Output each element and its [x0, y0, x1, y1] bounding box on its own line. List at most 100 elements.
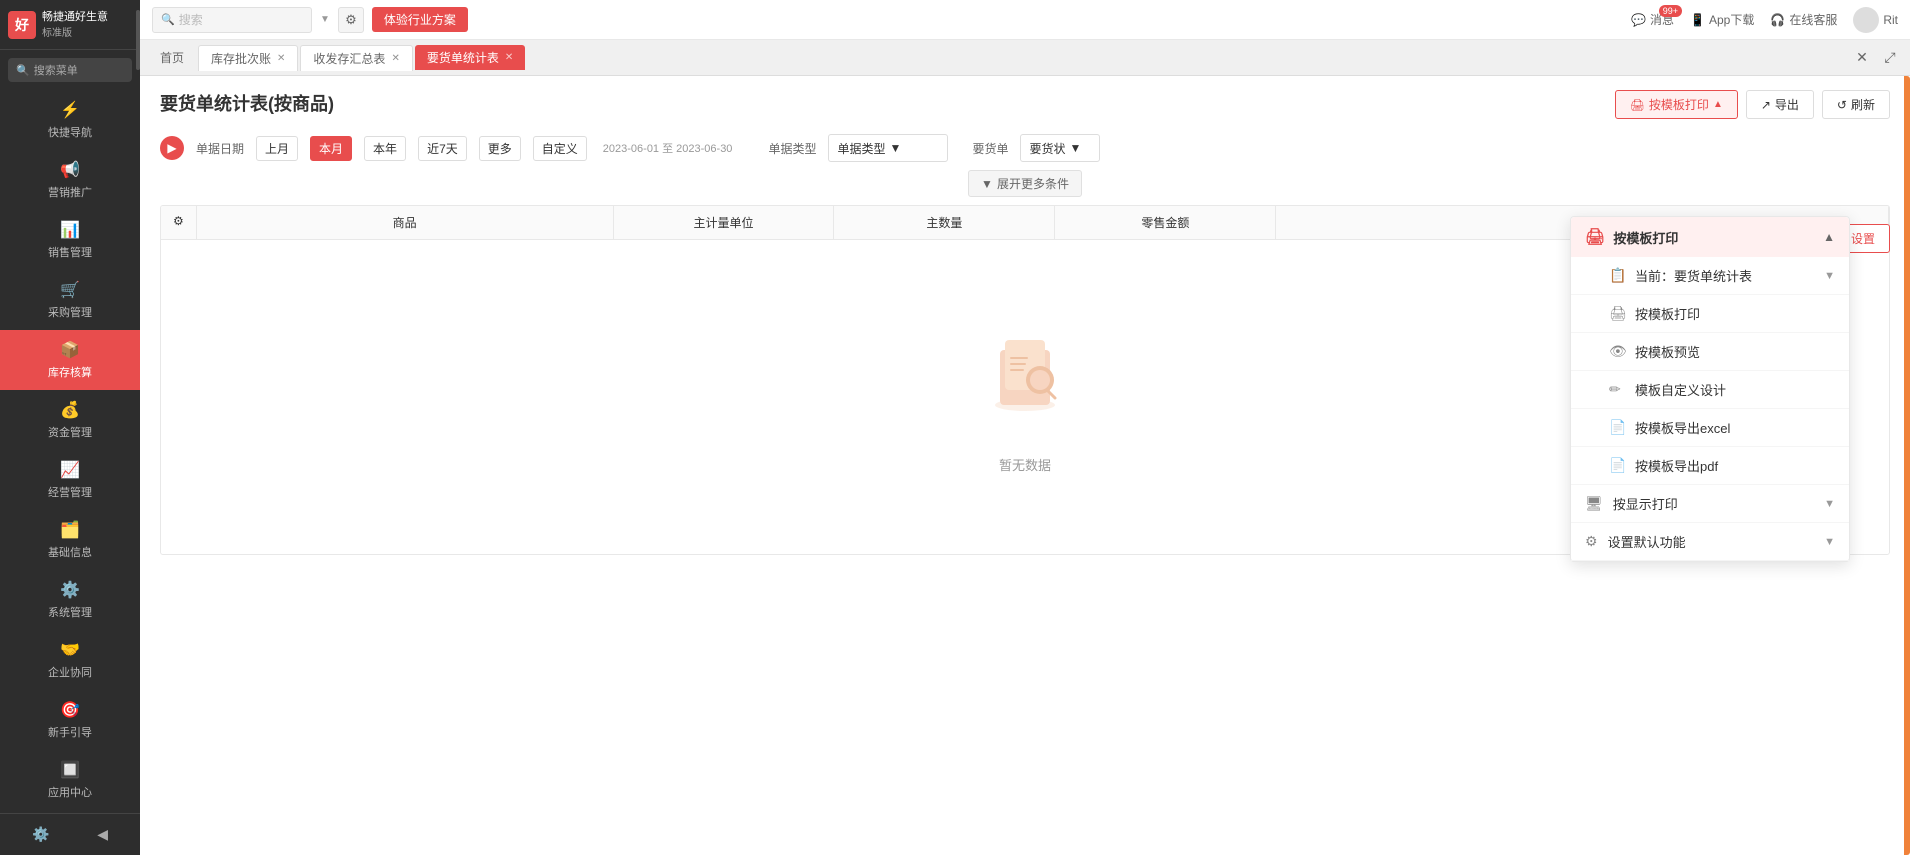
set-default-chevron: ▼ [1824, 536, 1835, 548]
dropdown-header[interactable]: 🖨 按模板打印 ▲ [1571, 217, 1849, 257]
tab-receivable-summary[interactable]: 收发存汇总表 ✕ [300, 45, 412, 71]
dropdown-item-label: 按模板导出pdf [1635, 456, 1718, 475]
empty-text: 暂无数据 [999, 455, 1051, 474]
sidebar-item-wxwork[interactable]: 💬 企业微信 [0, 810, 140, 813]
filter-area: ▶ 单据日期 上月 本月 本年 近7天 更多 自定义 2023-06-01 至 … [140, 126, 1910, 205]
message-btn[interactable]: 💬 消息 99+ [1631, 11, 1674, 28]
settings-bottom-btn[interactable]: ⚙️ [28, 822, 53, 847]
tab-close-icon[interactable]: ✕ [277, 53, 285, 64]
expand-more-btn[interactable]: ▼ 展开更多条件 [968, 170, 1082, 197]
sidebar-search[interactable]: 🔍 搜索菜单 [8, 58, 132, 82]
tab-label: 要货单统计表 [427, 49, 499, 66]
sidebar-item-finance[interactable]: 💰 资金管理 [0, 390, 140, 450]
user-avatar[interactable]: Rit [1853, 7, 1898, 33]
tab-home[interactable]: 首页 [148, 45, 196, 70]
type-select-value: 单据类型 [837, 140, 885, 157]
collapse-btn[interactable]: ◀ [93, 822, 112, 847]
type-select[interactable]: 单据类型 ▼ [828, 134, 948, 162]
yh-filter-label: 要货单 [972, 140, 1008, 157]
sidebar-item-inventory[interactable]: 📦 库存核算 [0, 330, 140, 390]
expand-row: ▼ 展开更多条件 [160, 170, 1890, 197]
export-btn[interactable]: ↗ 导出 [1746, 90, 1814, 119]
dropdown-template-excel[interactable]: 📄 按模板导出excel [1571, 409, 1849, 447]
trial-button[interactable]: 体验行业方案 [372, 7, 468, 32]
date-btn-more[interactable]: 更多 [479, 136, 521, 161]
dropdown-template-pdf[interactable]: 📄 按模板导出pdf [1571, 447, 1849, 485]
more-arrow-btn[interactable]: ▶ [160, 136, 184, 160]
purchase-icon: 🛒 [60, 280, 80, 300]
sidebar-item-marketing[interactable]: 📢 营销推广 [0, 150, 140, 210]
sales-icon: 📊 [60, 220, 80, 240]
yh-select[interactable]: 要货状 ▼ [1020, 134, 1100, 162]
dropdown-set-default[interactable]: ⚙ 设置默认功能 ▼ [1571, 523, 1849, 561]
sidebar-item-label: 新手引导 [48, 724, 92, 740]
sidebar-item-purchase[interactable]: 🛒 采购管理 [0, 270, 140, 330]
date-btn-this-month[interactable]: 本月 [310, 136, 352, 161]
dropdown-item-label: 按模板导出excel [1635, 418, 1730, 437]
online-service-btn[interactable]: 🎧 在线客服 [1770, 11, 1837, 28]
user-name: Rit [1883, 13, 1898, 27]
gear-button[interactable]: ⚙ [338, 7, 364, 33]
dropdown-display-print[interactable]: 🖥 按显示打印 ▼ [1571, 485, 1849, 523]
app-download-btn[interactable]: 📱 App下载 [1690, 11, 1754, 28]
tab-close-icon[interactable]: ✕ [391, 53, 399, 64]
top-search-box[interactable]: 🔍 搜索 [152, 7, 312, 33]
tab-order-summary[interactable]: 要货单统计表 ✕ [415, 45, 525, 70]
appstore-icon: 🔲 [60, 760, 80, 780]
date-btn-7days[interactable]: 近7天 [418, 136, 467, 161]
dropdown-template-design[interactable]: ✏ 模板自定义设计 [1571, 371, 1849, 409]
refresh-btn[interactable]: ↺ 刷新 [1822, 90, 1890, 119]
sidebar-menu: ⚡ 快捷导航 📢 营销推广 📊 销售管理 🛒 采购管理 📦 库存核算 💰 [0, 90, 140, 813]
dropdown-template-preview[interactable]: 👁 按模板预览 [1571, 333, 1849, 371]
sidebar-item-system[interactable]: ⚙️ 系统管理 [0, 570, 140, 630]
date-btn-last-month[interactable]: 上月 [256, 136, 298, 161]
print-template-btn[interactable]: 🖨 按模板打印 ▲ [1615, 90, 1738, 119]
set-default-left: ⚙ 设置默认功能 [1585, 532, 1686, 551]
date-btn-this-year[interactable]: 本年 [364, 136, 406, 161]
date-filter-label: 单据日期 [196, 140, 244, 157]
tab-label: 收发存汇总表 [313, 50, 385, 67]
display-print-left: 🖥 按显示打印 [1585, 494, 1678, 513]
date-btn-custom[interactable]: 自定义 [533, 136, 587, 161]
sidebar-item-appstore[interactable]: 🔲 应用中心 [0, 750, 140, 810]
set-default-icon: ⚙ [1585, 533, 1598, 550]
dropdown-collapse-icon[interactable]: ▲ [1823, 230, 1835, 244]
sidebar-item-label: 营销推广 [48, 184, 92, 200]
tab-expand-btn[interactable]: ⤢ [1878, 46, 1902, 70]
app-name: 畅捷通好生意 [42, 10, 108, 24]
tab-close-all-btn[interactable]: ✕ [1850, 46, 1874, 70]
dropdown-template-print[interactable]: 🖨 按模板打印 [1571, 295, 1849, 333]
refresh-label: 刷新 [1851, 96, 1875, 113]
sidebar-item-basic[interactable]: 🗂️ 基础信息 [0, 510, 140, 570]
search-icon: 🔍 [16, 64, 30, 77]
tabs-right: ✕ ⤢ [1850, 46, 1902, 70]
template-design-icon: ✏ [1609, 381, 1625, 398]
operation-icon: 📈 [60, 460, 80, 480]
template-pdf-icon: 📄 [1609, 457, 1625, 474]
quick-nav-icon: ⚡ [60, 100, 80, 120]
top-bar-left: 🔍 搜索 ▼ ⚙ 体验行业方案 [152, 7, 1623, 33]
guide-icon: 🎯 [60, 700, 80, 720]
sidebar-item-enterprise[interactable]: 🤝 企业协同 [0, 630, 140, 690]
sidebar-item-label: 快捷导航 [48, 124, 92, 140]
template-print-icon: 🖨 [1609, 305, 1625, 322]
basic-icon: 🗂️ [60, 520, 80, 540]
dropdown-current[interactable]: 📋 当前：要货单统计表 ▼ [1571, 257, 1849, 295]
system-icon: ⚙️ [60, 580, 80, 600]
sidebar-item-guide[interactable]: 🎯 新手引导 [0, 690, 140, 750]
sidebar-item-quick-nav[interactable]: ⚡ 快捷导航 [0, 90, 140, 150]
sidebar-item-label: 采购管理 [48, 304, 92, 320]
search-dropdown-arrow[interactable]: ▼ [320, 14, 330, 25]
template-preview-icon: 👁 [1609, 343, 1625, 360]
sidebar-item-operation[interactable]: 📈 经营管理 [0, 450, 140, 510]
date-range-display: 2023-06-01 至 2023-06-30 [603, 140, 733, 156]
top-bar: 🔍 搜索 ▼ ⚙ 体验行业方案 💬 消息 99+ 📱 App下载 🎧 [140, 0, 1910, 40]
tab-close-active-icon[interactable]: ✕ [505, 52, 513, 63]
th-settings[interactable]: ⚙ [161, 206, 197, 239]
sidebar-item-sales[interactable]: 📊 销售管理 [0, 210, 140, 270]
tab-batch-account[interactable]: 库存批次账 ✕ [198, 45, 298, 71]
th-quantity: 主数量 [834, 206, 1055, 239]
tab-label: 库存批次账 [211, 50, 271, 67]
sidebar-item-label: 经营管理 [48, 484, 92, 500]
resize-handle[interactable] [1904, 76, 1910, 855]
